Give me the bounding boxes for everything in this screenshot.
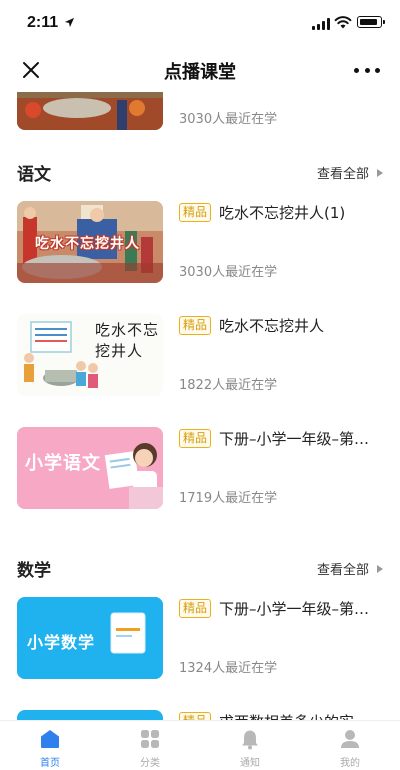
premium-badge: 精品 bbox=[179, 203, 212, 222]
learner-count: 3030人最近在学 bbox=[179, 265, 278, 280]
premium-badge: 精品 bbox=[179, 316, 212, 335]
location-arrow-icon bbox=[64, 17, 75, 28]
more-options-icon[interactable] bbox=[354, 60, 380, 80]
thumbnail-caption: 吃水不忘挖井人 bbox=[95, 321, 160, 360]
course-item[interactable]: 小学数学 精品 下册–小学一年级–第… 1324人最近在学 bbox=[17, 597, 383, 681]
battery-icon bbox=[357, 16, 385, 28]
tab-label: 分类 bbox=[140, 758, 160, 769]
page-title: 点播课堂 bbox=[164, 62, 236, 83]
course-title: 下册–小学一年级–第… bbox=[219, 430, 370, 448]
status-time: 2:11 bbox=[27, 14, 59, 31]
arrow-right-icon bbox=[377, 168, 383, 177]
course-list[interactable]: 3030人最近在学 语文 查看全部 吃水不忘挖井人 精品 吃水不忘挖井人(1) … bbox=[0, 92, 400, 720]
tab-label: 通知 bbox=[240, 758, 260, 769]
premium-badge: 精品 bbox=[179, 429, 212, 448]
arrow-right-icon bbox=[377, 564, 383, 573]
learner-count: 1822人最近在学 bbox=[179, 378, 278, 393]
section-title: 语文 bbox=[17, 165, 51, 185]
grid-icon bbox=[141, 730, 159, 748]
course-title: 吃水不忘挖井人(1) bbox=[219, 204, 346, 222]
nav-bar: 点播课堂 bbox=[0, 48, 400, 92]
premium-badge: 精品 bbox=[179, 599, 212, 618]
wifi-icon bbox=[334, 16, 352, 29]
course-item[interactable]: 精品 求两数相差多少的实 bbox=[17, 710, 383, 720]
learner-count: 1719人最近在学 bbox=[179, 491, 278, 506]
tab-categories[interactable]: 分类 bbox=[100, 721, 200, 770]
tab-label: 首页 bbox=[40, 758, 60, 769]
premium-badge: 精品 bbox=[179, 712, 212, 720]
view-all-label: 查看全部 bbox=[316, 563, 369, 578]
thumbnail-caption: 吃水不忘挖井人 bbox=[35, 236, 140, 252]
course-thumbnail: 吃水不忘挖井人 bbox=[17, 314, 163, 396]
section-header-chinese: 语文 查看全部 bbox=[17, 160, 383, 185]
course-item[interactable]: 吃水不忘挖井人 精品 吃水不忘挖井人 1822人最近在学 bbox=[17, 314, 383, 398]
home-icon bbox=[41, 730, 59, 748]
tab-notifications[interactable]: 通知 bbox=[200, 721, 300, 770]
tab-profile[interactable]: 我的 bbox=[300, 721, 400, 770]
tab-bar: 首页 分类 通知 我的 bbox=[0, 720, 400, 770]
thumbnail-caption: 小学数学 bbox=[27, 633, 96, 652]
course-thumbnail bbox=[17, 92, 163, 130]
course-title: 下册–小学一年级–第… bbox=[219, 600, 370, 618]
course-title: 求两数相差多少的实 bbox=[219, 711, 354, 720]
tab-label: 我的 bbox=[340, 758, 360, 769]
course-thumbnail: 小学数学 bbox=[17, 597, 163, 679]
cellular-signal-icon bbox=[312, 18, 330, 30]
tab-home[interactable]: 首页 bbox=[0, 721, 100, 770]
course-thumbnail: 小学语文 bbox=[17, 427, 163, 509]
learner-count: 3030人最近在学 bbox=[179, 112, 278, 127]
learner-count: 1324人最近在学 bbox=[179, 661, 278, 676]
bell-icon bbox=[242, 730, 258, 750]
section-title: 数学 bbox=[17, 561, 51, 581]
section-header-math: 数学 查看全部 bbox=[17, 556, 383, 581]
status-bar: 2:11 bbox=[0, 0, 400, 48]
course-item[interactable]: 3030人最近在学 bbox=[17, 92, 383, 132]
course-thumbnail bbox=[17, 710, 163, 720]
person-icon bbox=[341, 730, 359, 748]
thumbnail-caption: 小学语文 bbox=[25, 453, 101, 474]
course-thumbnail: 吃水不忘挖井人 bbox=[17, 201, 163, 283]
view-all-label: 查看全部 bbox=[316, 167, 369, 182]
course-item[interactable]: 小学语文 精品 下册–小学一年级–第… 1719人最近在学 bbox=[17, 427, 383, 511]
course-item[interactable]: 吃水不忘挖井人 精品 吃水不忘挖井人(1) 3030人最近在学 bbox=[17, 201, 383, 285]
view-all-link[interactable]: 查看全部 bbox=[317, 559, 383, 578]
view-all-link[interactable]: 查看全部 bbox=[317, 163, 383, 182]
course-title: 吃水不忘挖井人 bbox=[219, 317, 325, 335]
